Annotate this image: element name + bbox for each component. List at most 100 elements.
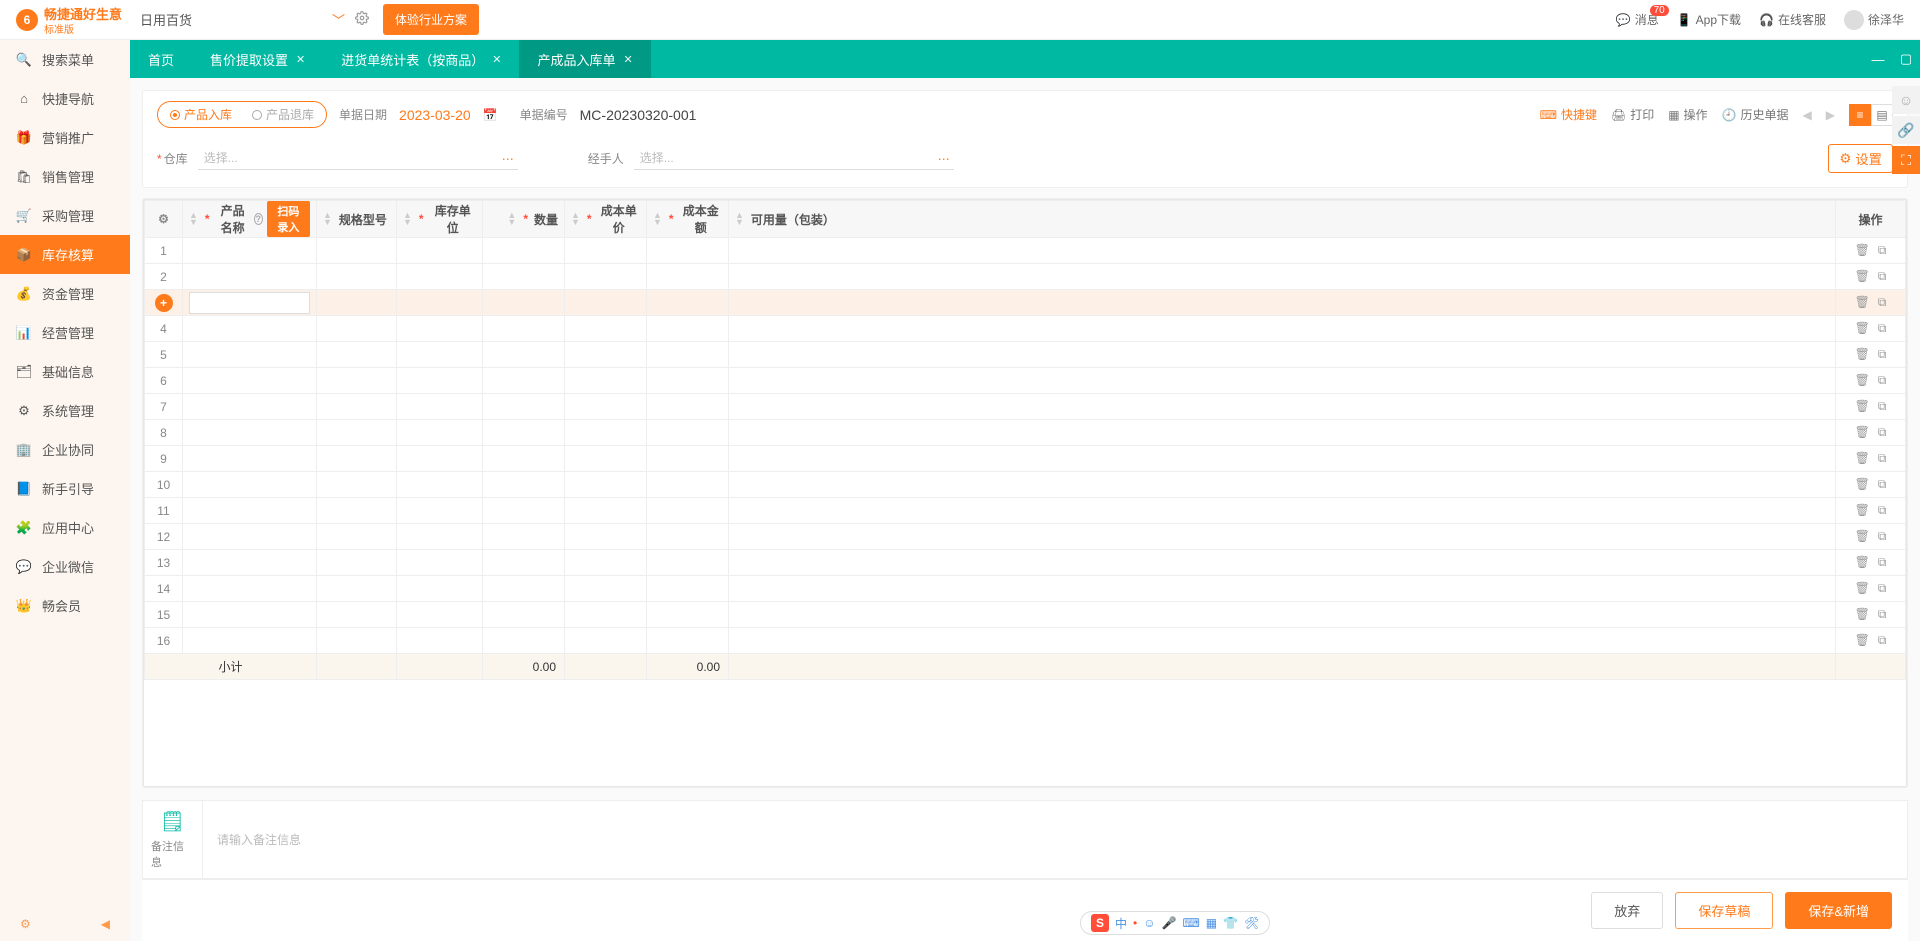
copy-row-icon[interactable]: ⧉ [1878,477,1887,492]
workspace-selector[interactable]: 日用百货 ﹀ [140,10,369,29]
scan-button[interactable]: 扫码录入 [267,201,310,237]
tab-minimize-button[interactable]: — [1864,52,1892,67]
tab-expand-button[interactable]: ▢ [1892,51,1920,67]
delete-row-icon[interactable]: 🗑 [1855,503,1870,518]
delete-row-icon[interactable]: 🗑 [1855,633,1870,648]
sidebar-item[interactable]: 💬企业微信 [0,547,130,586]
table-row[interactable]: 8 🗑 ⧉ [145,420,1906,446]
sidebar-item[interactable]: 📊经营管理 [0,313,130,352]
table-row[interactable]: + 🗑 ⧉ [145,290,1906,316]
warehouse-input[interactable] [198,147,518,170]
history-button[interactable]: 🕘 历史单据 [1722,106,1789,123]
table-row[interactable]: 15 🗑 ⧉ [145,602,1906,628]
close-icon[interactable]: ✕ [492,53,501,66]
copy-row-icon[interactable]: ⧉ [1878,451,1887,466]
dock-link-icon[interactable]: 🔗 [1892,116,1920,144]
sidebar-item[interactable]: 🔍搜索菜单 [0,40,130,79]
col-spec-header[interactable]: ▲▼规格型号 [317,201,397,238]
col-settings-header[interactable]: ⚙ [145,201,183,238]
view-card-icon[interactable]: ▤ [1871,104,1893,126]
sidebar-item[interactable]: ⚙系统管理 [0,391,130,430]
delete-row-icon[interactable]: 🗑 [1855,581,1870,596]
discard-button[interactable]: 放弃 [1591,892,1663,929]
close-icon[interactable]: ✕ [296,53,305,66]
delete-row-icon[interactable]: 🗑 [1855,477,1870,492]
copy-row-icon[interactable]: ⧉ [1878,633,1887,648]
operate-button[interactable]: ▦ 操作 [1668,106,1707,123]
ime-toolbar[interactable]: S 中 • ☺ 🎤 ⌨ ▦ 👕 🛠 [1080,911,1270,935]
sidebar-item[interactable]: 💰资金管理 [0,274,130,313]
col-qty-header[interactable]: ▲▼*数量 [483,201,565,238]
sidebar-item[interactable]: 📘新手引导 [0,469,130,508]
support-button[interactable]: 🎧 在线客服 [1759,11,1826,28]
sidebar-item[interactable]: 🛒采购管理 [0,196,130,235]
product-cell-input[interactable] [189,292,310,314]
copy-row-icon[interactable]: ⧉ [1878,425,1887,440]
table-row[interactable]: 4 🗑 ⧉ [145,316,1906,342]
col-amount-header[interactable]: ▲▼*成本金额 [647,201,729,238]
copy-row-icon[interactable]: ⧉ [1878,581,1887,596]
table-row[interactable]: 13 🗑 ⧉ [145,550,1906,576]
table-row[interactable]: 14 🗑 ⧉ [145,576,1906,602]
delete-row-icon[interactable]: 🗑 [1855,295,1870,310]
delete-row-icon[interactable]: 🗑 [1855,321,1870,336]
table-row[interactable]: 6 🗑 ⧉ [145,368,1906,394]
sidebar-item[interactable]: 👑畅会员 [0,586,130,625]
delete-row-icon[interactable]: 🗑 [1855,399,1870,414]
sidebar-item[interactable]: 📦库存核算 [0,235,130,274]
user-menu[interactable]: 徐泽华 [1844,10,1904,30]
col-price-header[interactable]: ▲▼*成本单价 [565,201,647,238]
prev-icon[interactable]: ◀ [1803,108,1812,122]
gear-icon[interactable] [355,11,369,28]
next-icon[interactable]: ▶ [1826,108,1835,122]
delete-row-icon[interactable]: 🗑 [1855,269,1870,284]
sidebar-item[interactable]: 🧩应用中心 [0,508,130,547]
radio-product-in[interactable]: 产品入库 [160,104,242,125]
copy-row-icon[interactable]: ⧉ [1878,373,1887,388]
sidebar-item[interactable]: ⌂快捷导航 [0,79,130,118]
table-row[interactable]: 1 🗑 ⧉ [145,238,1906,264]
delete-row-icon[interactable]: 🗑 [1855,373,1870,388]
copy-row-icon[interactable]: ⧉ [1878,529,1887,544]
more-icon[interactable]: ⋯ [938,152,952,166]
calendar-icon[interactable]: 📅 [483,108,498,122]
shortcut-button[interactable]: ⌨ 快捷键 [1540,106,1597,123]
save-new-button[interactable]: 保存&新增 [1785,892,1892,929]
view-list-icon[interactable]: ≡ [1849,104,1871,126]
sidebar-item[interactable]: 🏢企业协同 [0,430,130,469]
app-download-button[interactable]: 📱 App下载 [1677,11,1741,28]
copy-row-icon[interactable]: ⧉ [1878,503,1887,518]
table-row[interactable]: 7 🗑 ⧉ [145,394,1906,420]
col-avail-header[interactable]: ▲▼可用量（包装） [729,201,1836,238]
delete-row-icon[interactable]: 🗑 [1855,607,1870,622]
settings-icon[interactable]: ⚙ [20,917,31,931]
copy-row-icon[interactable]: ⧉ [1878,347,1887,362]
tab[interactable]: 产成品入库单✕ [519,40,650,78]
tab[interactable]: 首页 [130,40,192,78]
copy-row-icon[interactable]: ⧉ [1878,607,1887,622]
remark-input[interactable] [203,801,1907,878]
delete-row-icon[interactable]: 🗑 [1855,529,1870,544]
copy-row-icon[interactable]: ⧉ [1878,399,1887,414]
table-row[interactable]: 11 🗑 ⧉ [145,498,1906,524]
delete-row-icon[interactable]: 🗑 [1855,347,1870,362]
table-row[interactable]: 2 🗑 ⧉ [145,264,1906,290]
cta-button[interactable]: 体验行业方案 [383,4,479,35]
delete-row-icon[interactable]: 🗑 [1855,555,1870,570]
copy-row-icon[interactable]: ⧉ [1878,295,1887,310]
col-unit-header[interactable]: ▲▼*库存单位 [397,201,483,238]
dock-ai-icon[interactable]: ☺ [1892,86,1920,114]
add-row-icon[interactable]: + [155,294,173,312]
settings-button[interactable]: ⚙ 设置 [1828,144,1893,173]
messages-button[interactable]: 💬 消息 70 [1616,11,1659,28]
tab[interactable]: 进货单统计表（按商品）✕ [323,40,519,78]
table-row[interactable]: 16 🗑 ⧉ [145,628,1906,654]
table-row[interactable]: 9 🗑 ⧉ [145,446,1906,472]
collapse-icon[interactable]: ◀ [101,917,110,931]
copy-row-icon[interactable]: ⧉ [1878,243,1887,258]
date-value[interactable]: 2023-03-20 [399,107,471,123]
copy-row-icon[interactable]: ⧉ [1878,269,1887,284]
table-row[interactable]: 12 🗑 ⧉ [145,524,1906,550]
handler-input[interactable] [634,147,954,170]
close-icon[interactable]: ✕ [624,53,633,66]
